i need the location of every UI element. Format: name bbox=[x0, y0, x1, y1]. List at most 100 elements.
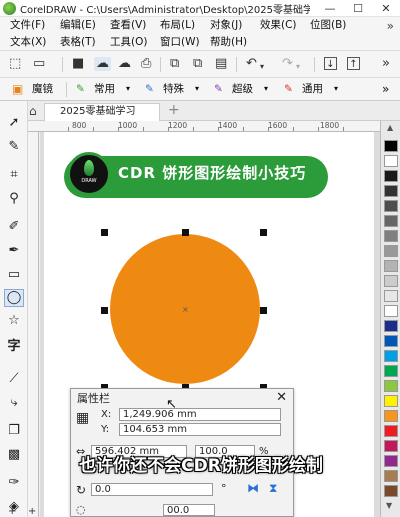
new-document-icon[interactable]: ⬚ bbox=[9, 57, 21, 71]
freehand-tool-icon[interactable]: ✐ bbox=[0, 219, 28, 235]
menu-edit[interactable]: 编辑(E) bbox=[60, 17, 110, 34]
preset-super[interactable]: 超级 bbox=[232, 82, 253, 96]
artistic-media-icon[interactable]: ✒ bbox=[0, 243, 28, 259]
selection-handle[interactable] bbox=[101, 307, 108, 314]
menu-bitmaps[interactable]: 位图(B) bbox=[310, 17, 360, 34]
preset-general-dropdown-icon[interactable]: ▾ bbox=[334, 82, 338, 96]
undo-dropdown-icon[interactable]: ▾ bbox=[260, 60, 264, 74]
magic-mirror-label[interactable]: 魔镜 bbox=[32, 82, 53, 96]
cut-icon[interactable]: ⧉ bbox=[170, 57, 179, 71]
palette-swatch[interactable] bbox=[384, 425, 398, 437]
y-position-field[interactable]: 104.653 mm bbox=[119, 423, 281, 436]
cloud-download-icon[interactable]: ☁ bbox=[118, 57, 131, 71]
document-tab[interactable]: 2025零基础学习CDR...* bbox=[44, 103, 160, 133]
crop-tool-icon[interactable]: ⌗ bbox=[0, 167, 28, 183]
palette-swatch[interactable] bbox=[384, 245, 398, 257]
maximize-button[interactable]: ☐ bbox=[344, 0, 372, 17]
menu-overflow-icon[interactable]: » bbox=[387, 19, 394, 33]
paste-icon[interactable]: ▤ bbox=[215, 57, 227, 71]
menu-table[interactable]: 表格(T) bbox=[60, 34, 110, 51]
palette-swatch[interactable] bbox=[384, 470, 398, 482]
menu-file[interactable]: 文件(F) bbox=[10, 17, 60, 34]
import-icon[interactable]: ↓ bbox=[324, 57, 337, 70]
palette-swatch[interactable] bbox=[384, 275, 398, 287]
redo-dropdown-icon[interactable]: ▾ bbox=[296, 60, 300, 74]
selection-handle[interactable] bbox=[182, 229, 189, 236]
add-tab-button[interactable]: + bbox=[168, 103, 180, 117]
palette-swatch[interactable] bbox=[384, 395, 398, 407]
preset-general[interactable]: 通用 bbox=[302, 82, 323, 96]
mirror-vertical-icon[interactable]: ⧗ bbox=[269, 481, 277, 496]
palette-swatch[interactable] bbox=[384, 185, 398, 197]
undo-icon[interactable]: ↶ bbox=[246, 57, 257, 71]
zoom-tool-icon[interactable]: ⚲ bbox=[0, 191, 28, 207]
palette-swatch[interactable] bbox=[384, 140, 398, 152]
menu-window[interactable]: 窗口(W) bbox=[160, 34, 210, 51]
outline-field[interactable]: 00.0 bbox=[163, 504, 215, 516]
preset-overflow-icon[interactable]: » bbox=[382, 82, 389, 96]
copy-icon[interactable]: ⧉ bbox=[193, 57, 202, 71]
minimize-button[interactable]: — bbox=[316, 0, 344, 17]
mirror-horizontal-icon[interactable]: ⧓ bbox=[247, 481, 259, 495]
palette-swatch[interactable] bbox=[384, 320, 398, 332]
eyedropper-icon[interactable]: ✑ bbox=[0, 475, 28, 491]
menu-tools[interactable]: 工具(O) bbox=[110, 34, 160, 51]
rotation-field[interactable]: 0.0 bbox=[91, 483, 213, 496]
x-position-field[interactable]: 1,249.906 mm bbox=[119, 408, 281, 421]
connector-tool-icon[interactable]: ⤷ bbox=[0, 395, 28, 411]
palette-swatch[interactable] bbox=[384, 440, 398, 452]
redo-icon[interactable]: ↷ bbox=[282, 57, 293, 71]
palette-swatch[interactable] bbox=[384, 260, 398, 272]
cloud-upload-icon[interactable]: ☁ bbox=[94, 57, 111, 71]
preset-common-dropdown-icon[interactable]: ▾ bbox=[126, 82, 130, 96]
preset-special[interactable]: 特殊 bbox=[163, 82, 184, 96]
palette-swatch[interactable] bbox=[384, 170, 398, 182]
print-icon[interactable]: ⎙ bbox=[141, 57, 151, 71]
pick-tool-icon[interactable]: ➚ bbox=[0, 115, 28, 131]
shape-tool-icon[interactable]: ✎ bbox=[0, 139, 28, 155]
palette-swatch[interactable] bbox=[384, 335, 398, 347]
toolbar-overflow-icon[interactable]: » bbox=[382, 57, 390, 71]
selection-handle[interactable] bbox=[260, 307, 267, 314]
menu-help[interactable]: 帮助(H) bbox=[210, 34, 260, 51]
palette-swatch[interactable] bbox=[384, 455, 398, 467]
palette-scroll-up-icon[interactable]: ▲ bbox=[387, 123, 393, 132]
palette-swatch[interactable] bbox=[384, 200, 398, 212]
palette-swatch[interactable] bbox=[384, 305, 398, 317]
menu-object[interactable]: 对象(J) bbox=[210, 17, 260, 34]
open-folder-icon[interactable]: ▭ bbox=[33, 57, 45, 71]
drop-shadow-icon[interactable]: ❐ bbox=[0, 423, 28, 439]
rectangle-tool-icon[interactable]: ▭ bbox=[0, 267, 28, 283]
palette-swatch[interactable] bbox=[384, 290, 398, 302]
export-icon[interactable]: ↑ bbox=[347, 57, 360, 70]
menu-view[interactable]: 查看(V) bbox=[110, 17, 160, 34]
selection-handle[interactable] bbox=[260, 229, 267, 236]
text-tool-icon[interactable]: 字 bbox=[0, 339, 28, 355]
palette-swatch[interactable] bbox=[384, 365, 398, 377]
home-icon[interactable]: ⌂ bbox=[29, 104, 37, 118]
selection-handle[interactable] bbox=[101, 229, 108, 236]
ellipse-tool-icon[interactable]: ◯ bbox=[4, 289, 24, 307]
save-icon[interactable]: ■ bbox=[72, 57, 84, 71]
preset-special-dropdown-icon[interactable]: ▾ bbox=[195, 82, 199, 96]
palette-swatch[interactable] bbox=[384, 350, 398, 362]
palette-swatch[interactable] bbox=[384, 380, 398, 392]
palette-swatch[interactable] bbox=[384, 215, 398, 227]
toolbox-add-icon[interactable]: + bbox=[8, 506, 16, 517]
close-button[interactable]: ✕ bbox=[372, 0, 400, 17]
preset-common[interactable]: 常用 bbox=[94, 82, 115, 96]
zoom-in-icon[interactable]: + bbox=[28, 506, 36, 517]
palette-swatch[interactable] bbox=[384, 155, 398, 167]
transparency-icon[interactable]: ▩ bbox=[0, 447, 28, 463]
palette-scroll-down-icon[interactable]: ▼ bbox=[386, 501, 392, 510]
menu-text[interactable]: 文本(X) bbox=[10, 34, 60, 51]
palette-swatch[interactable] bbox=[384, 230, 398, 242]
properties-close-button[interactable]: ✕ bbox=[276, 391, 287, 405]
preset-super-dropdown-icon[interactable]: ▾ bbox=[264, 82, 268, 96]
parallel-dimension-icon[interactable]: ⟋ bbox=[0, 371, 28, 387]
menu-layout[interactable]: 布局(L) bbox=[160, 17, 210, 34]
polygon-tool-icon[interactable]: ☆ bbox=[0, 313, 28, 329]
palette-swatch[interactable] bbox=[384, 485, 398, 497]
menu-effects[interactable]: 效果(C) bbox=[260, 17, 310, 34]
palette-swatch[interactable] bbox=[384, 410, 398, 422]
